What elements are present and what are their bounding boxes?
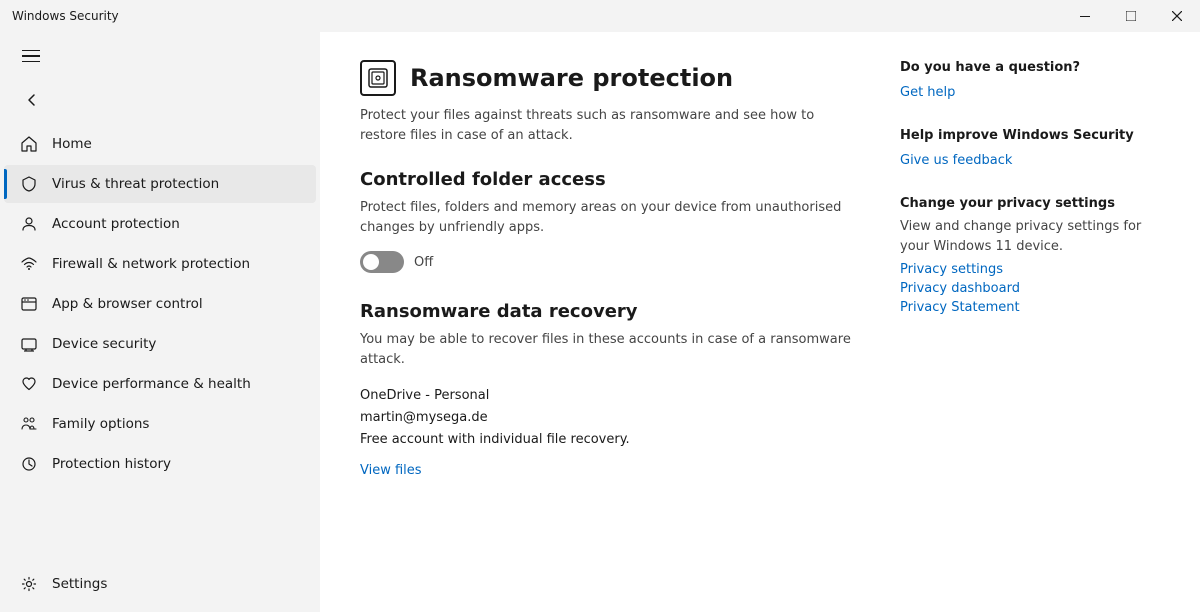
onedrive-name: OneDrive - Personal — [360, 385, 860, 407]
device-icon — [20, 335, 38, 353]
feedback-link[interactable]: Give us feedback — [900, 153, 1012, 168]
sidebar-item-settings-label: Settings — [52, 576, 107, 592]
sidebar-bottom: Settings — [0, 556, 320, 604]
page-title: Ransomware protection — [410, 64, 733, 92]
shield-icon — [20, 175, 38, 193]
sidebar-item-family-label: Family options — [52, 416, 149, 432]
controlled-folder-description: Protect files, folders and memory areas … — [360, 198, 860, 237]
sidebar-item-browser-label: App & browser control — [52, 296, 203, 312]
right-improve-heading: Help improve Windows Security — [900, 128, 1160, 143]
sidebar-item-home-label: Home — [52, 136, 92, 152]
close-button[interactable] — [1154, 0, 1200, 32]
sidebar-item-virus[interactable]: Virus & threat protection — [4, 165, 316, 203]
sidebar-item-account[interactable]: Account protection — [4, 205, 316, 243]
toggle-row: Off — [360, 251, 860, 273]
right-privacy-description: View and change privacy settings for you… — [900, 217, 1160, 256]
right-privacy-section: Change your privacy settings View and ch… — [900, 196, 1160, 315]
back-button[interactable] — [16, 84, 48, 116]
history-icon — [20, 455, 38, 473]
sidebar-item-device-security[interactable]: Device security — [4, 325, 316, 363]
sidebar: Home Virus & threat protection Account p… — [0, 32, 320, 612]
sidebar-item-device-health[interactable]: Device performance & health — [4, 365, 316, 403]
sidebar-item-home[interactable]: Home — [4, 125, 316, 163]
page-description: Protect your files against threats such … — [360, 106, 860, 145]
controlled-folder-title: Controlled folder access — [360, 169, 860, 190]
sidebar-item-protection-history[interactable]: Protection history — [4, 445, 316, 483]
get-help-link[interactable]: Get help — [900, 85, 955, 100]
home-icon — [20, 135, 38, 153]
hamburger-button[interactable] — [16, 40, 48, 72]
app-title: Windows Security — [12, 9, 119, 23]
view-files-link[interactable]: View files — [360, 463, 422, 478]
wifi-icon — [20, 255, 38, 273]
privacy-links: Privacy settings Privacy dashboard Priva… — [900, 262, 1160, 315]
heart-icon — [20, 375, 38, 393]
sidebar-item-firewall[interactable]: Firewall & network protection — [4, 245, 316, 283]
minimize-button[interactable] — [1062, 0, 1108, 32]
right-question-heading: Do you have a question? — [900, 60, 1160, 75]
privacy-settings-link[interactable]: Privacy settings — [900, 262, 1160, 277]
main-content: Ransomware protection Protect your files… — [320, 32, 1200, 612]
right-improve-section: Help improve Windows Security Give us fe… — [900, 128, 1160, 168]
sidebar-item-family[interactable]: Family options — [4, 405, 316, 443]
sidebar-item-settings[interactable]: Settings — [4, 565, 316, 603]
onedrive-info: OneDrive - Personal martin@mysega.de Fre… — [360, 385, 860, 451]
recovery-description: You may be able to recover files in thes… — [360, 330, 860, 369]
right-privacy-heading: Change your privacy settings — [900, 196, 1160, 211]
hamburger-line — [22, 55, 40, 57]
recovery-title: Ransomware data recovery — [360, 301, 860, 322]
sidebar-item-history-label: Protection history — [52, 456, 171, 472]
right-question-section: Do you have a question? Get help — [900, 60, 1160, 100]
toggle-label: Off — [414, 255, 433, 270]
page-header: Ransomware protection — [360, 60, 860, 96]
sidebar-item-virus-label: Virus & threat protection — [52, 176, 219, 192]
app-window: Home Virus & threat protection Account p… — [0, 32, 1200, 612]
maximize-button[interactable] — [1108, 0, 1154, 32]
window-controls — [1062, 0, 1200, 32]
content-left: Ransomware protection Protect your files… — [360, 60, 860, 584]
gear-icon — [20, 575, 38, 593]
sidebar-item-device-security-label: Device security — [52, 336, 156, 352]
privacy-dashboard-link[interactable]: Privacy dashboard — [900, 281, 1160, 296]
sidebar-item-firewall-label: Firewall & network protection — [52, 256, 250, 272]
hamburger-line — [22, 61, 40, 63]
browser-icon — [20, 295, 38, 313]
titlebar: Windows Security — [0, 0, 1200, 32]
onedrive-email: martin@mysega.de — [360, 407, 860, 429]
family-icon — [20, 415, 38, 433]
sidebar-item-account-label: Account protection — [52, 216, 180, 232]
privacy-statement-link[interactable]: Privacy Statement — [900, 300, 1160, 315]
sidebar-top — [0, 32, 320, 80]
onedrive-account-type: Free account with individual file recove… — [360, 429, 860, 451]
content-right: Do you have a question? Get help Help im… — [900, 60, 1160, 584]
page-icon — [360, 60, 396, 96]
person-icon — [20, 215, 38, 233]
controlled-folder-toggle[interactable] — [360, 251, 404, 273]
hamburger-line — [22, 50, 40, 52]
sidebar-item-device-health-label: Device performance & health — [52, 376, 251, 392]
sidebar-item-browser[interactable]: App & browser control — [4, 285, 316, 323]
